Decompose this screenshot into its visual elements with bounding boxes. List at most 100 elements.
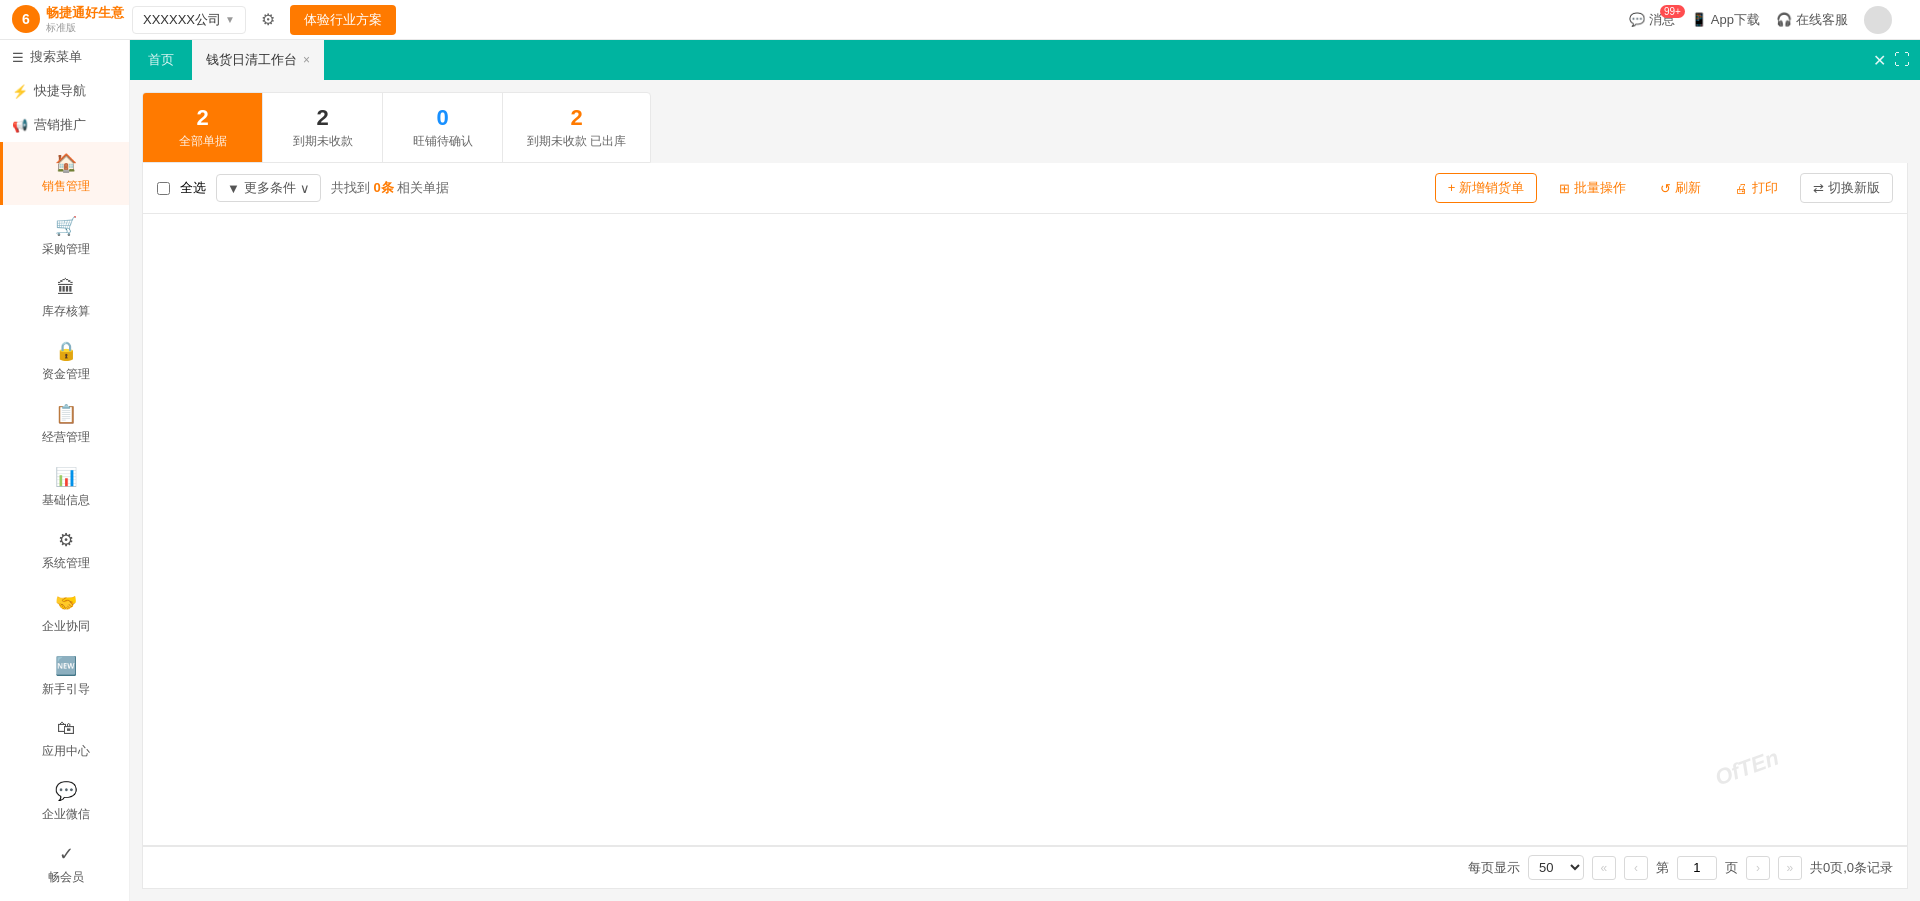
app-center-icon: 🛍 [57, 718, 75, 739]
sidebar-item-search[interactable]: ☰ 搜索菜单 [0, 40, 129, 74]
tab-home[interactable]: 首页 [130, 40, 192, 80]
marketing-label: 营销推广 [34, 116, 86, 134]
print-icon: 🖨 [1735, 181, 1748, 196]
result-count: 0条 [374, 180, 394, 195]
quick-nav-icon: ⚡ [12, 84, 28, 99]
switch-version-button[interactable]: ⇄ 切换新版 [1800, 173, 1893, 203]
sidebar-item-quick-nav[interactable]: ⚡ 快捷导航 [0, 74, 129, 108]
window-expand-icon[interactable]: ⛶ [1894, 51, 1910, 69]
enterprise-coop-label: 企业协同 [42, 618, 90, 635]
capital-label: 资金管理 [42, 366, 90, 383]
result-prefix: 共找到 [331, 180, 370, 195]
online-service-label: 在线客服 [1796, 11, 1848, 29]
first-page-button[interactable]: « [1592, 856, 1616, 880]
sidebar-item-app-center[interactable]: 🛍 应用中心 [0, 708, 129, 770]
sidebar-item-new-guide[interactable]: 🆕 新手引导 [0, 645, 129, 708]
add-sales-order-button[interactable]: + 新增销货单 [1435, 173, 1537, 203]
sidebar-item-basic-info[interactable]: 📊 基础信息 [0, 456, 129, 519]
purchase-label: 采购管理 [42, 241, 90, 258]
enterprise-coop-icon: 🤝 [55, 592, 77, 614]
content-area: 首页 钱货日清工作台 × ✕ ⛶ 2 全部单据 2 到期未收款 [130, 40, 1920, 901]
print-button[interactable]: 🖨 打印 [1723, 174, 1790, 202]
sidebar-item-capital[interactable]: 🔒 资金管理 [0, 330, 129, 393]
main-layout: ☰ 搜索菜单 ⚡ 快捷导航 📢 营销推广 🏠 销售管理 🛒 采购管理 🏛 库存核… [0, 40, 1920, 901]
stats-tab-shipped[interactable]: 2 到期未收款 已出库 [503, 93, 650, 162]
per-page-select[interactable]: 50 10 20 100 [1528, 855, 1584, 880]
batch-operation-button[interactable]: ⊞ 批量操作 [1547, 174, 1638, 202]
tab-active[interactable]: 钱货日清工作台 × [192, 40, 324, 80]
experience-button[interactable]: 体验行业方案 [290, 5, 396, 35]
sidebar-item-member[interactable]: ✓ 畅会员 [0, 833, 129, 896]
next-page-button[interactable]: › [1746, 856, 1770, 880]
member-icon: ✓ [59, 843, 74, 865]
sidebar-item-sales[interactable]: 🏠 销售管理 [0, 142, 129, 205]
select-all-checkbox[interactable] [157, 182, 170, 195]
quick-nav-label: 快捷导航 [34, 82, 86, 100]
sales-label: 销售管理 [42, 178, 90, 195]
member-label: 畅会员 [48, 869, 84, 886]
online-service-item[interactable]: 🎧 在线客服 [1776, 11, 1848, 29]
message-icon: 💬 [1629, 12, 1645, 27]
stats-tab-wangpu[interactable]: 0 旺铺待确认 [383, 93, 503, 162]
inventory-label: 库存核算 [42, 303, 90, 320]
operations-label: 经营管理 [42, 429, 90, 446]
avatar[interactable] [1864, 6, 1892, 34]
sales-icon: 🏠 [55, 152, 77, 174]
enterprise-wechat-label: 企业微信 [42, 806, 90, 823]
select-all-label: 全选 [180, 179, 206, 197]
enterprise-wechat-icon: 💬 [55, 780, 77, 802]
sidebar-item-marketing[interactable]: 📢 营销推广 [0, 108, 129, 142]
sidebar-item-operations[interactable]: 📋 经营管理 [0, 393, 129, 456]
current-page-input[interactable] [1677, 856, 1717, 880]
refresh-button[interactable]: ↺ 刷新 [1648, 174, 1713, 202]
app-download-icon: 📱 [1691, 12, 1707, 27]
sidebar-item-enterprise-wechat[interactable]: 💬 企业微信 [0, 770, 129, 833]
batch-icon: ⊞ [1559, 181, 1570, 196]
sidebar-item-inventory[interactable]: 🏛 库存核算 [0, 268, 129, 330]
basic-info-label: 基础信息 [42, 492, 90, 509]
tab-bar-actions: ✕ ⛶ [1873, 51, 1920, 70]
new-guide-icon: 🆕 [55, 655, 77, 677]
search-label: 搜索菜单 [30, 48, 82, 66]
batch-label: 批量操作 [1574, 179, 1626, 197]
basic-info-icon: 📊 [55, 466, 77, 488]
refresh-icon: ↺ [1660, 181, 1671, 196]
app-download-label: App下载 [1711, 11, 1760, 29]
sidebar-item-purchase[interactable]: 🛒 采购管理 [0, 205, 129, 268]
filter-label: 更多条件 [244, 179, 296, 197]
window-close-icon[interactable]: ✕ [1873, 51, 1886, 70]
prev-page-button[interactable]: ‹ [1624, 856, 1648, 880]
app-name-main: 畅捷通好生意 [46, 5, 124, 22]
logo-area: 6 畅捷通好生意 标准版 [12, 5, 124, 35]
top-bar: 6 畅捷通好生意 标准版 XXXXXX公司 ▼ ⚙ 体验行业方案 💬 消息 99… [0, 0, 1920, 40]
filter-button[interactable]: ▼ 更多条件 ∨ [216, 174, 321, 202]
settings-icon[interactable]: ⚙ [254, 6, 282, 34]
stats-tabs: 2 全部单据 2 到期未收款 0 旺铺待确认 2 到期未收款 已出库 [142, 92, 651, 163]
search-icon: ☰ [12, 50, 24, 65]
stats-count-all: 2 [167, 105, 238, 131]
stats-tab-overdue[interactable]: 2 到期未收款 [263, 93, 383, 162]
app-center-label: 应用中心 [42, 743, 90, 760]
stats-count-shipped: 2 [527, 105, 626, 131]
message-badge: 99+ [1660, 5, 1685, 18]
filter-icon: ▼ [227, 181, 240, 196]
stats-count-overdue: 2 [287, 105, 358, 131]
operations-icon: 📋 [55, 403, 77, 425]
company-name: XXXXXX公司 [143, 11, 221, 29]
toolbar: 全选 ▼ 更多条件 ∨ 共找到 0条 相关单据 + 新增销货单 ⊞ [142, 163, 1908, 214]
headset-icon: 🎧 [1776, 12, 1792, 27]
company-chevron-icon: ▼ [225, 14, 235, 25]
stats-label-overdue: 到期未收款 [287, 133, 358, 150]
tab-close-icon[interactable]: × [303, 53, 310, 67]
app-name-sub: 标准版 [46, 21, 124, 34]
top-bar-right: 💬 消息 99+ 📱 App下载 🎧 在线客服 [1629, 6, 1908, 34]
company-selector[interactable]: XXXXXX公司 ▼ [132, 6, 246, 34]
sidebar-item-system[interactable]: ⚙ 系统管理 [0, 519, 129, 582]
message-item[interactable]: 💬 消息 99+ [1629, 11, 1675, 29]
stats-tab-all[interactable]: 2 全部单据 [143, 93, 263, 162]
switch-icon: ⇄ [1813, 181, 1824, 196]
sidebar-item-enterprise-coop[interactable]: 🤝 企业协同 [0, 582, 129, 645]
last-page-button[interactable]: » [1778, 856, 1802, 880]
capital-icon: 🔒 [55, 340, 77, 362]
app-download-item[interactable]: 📱 App下载 [1691, 11, 1760, 29]
